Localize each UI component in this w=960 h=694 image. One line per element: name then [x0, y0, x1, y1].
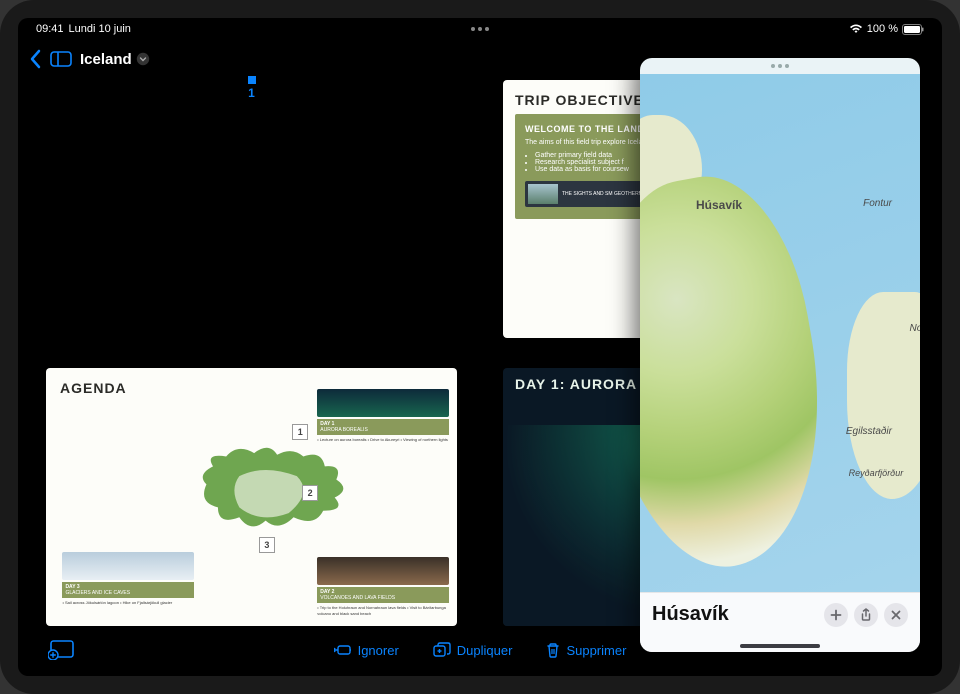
chevron-down-icon [136, 52, 150, 66]
slideover-handle-icon[interactable] [765, 58, 795, 74]
duplicate-button[interactable]: Dupliquer [433, 642, 513, 658]
map-place-sheet[interactable]: Húsavík [640, 592, 920, 652]
add-slide-button[interactable] [48, 640, 74, 660]
slideover-panel[interactable]: Húsavík Fontur Egilsstaðir Reyðarfjörður… [640, 58, 920, 652]
trash-icon [546, 642, 560, 658]
selected-slide-number: 1 [248, 86, 255, 100]
skip-label: Ignorer [358, 643, 399, 658]
home-indicator[interactable] [740, 644, 820, 648]
skip-button[interactable]: Ignorer [334, 643, 399, 658]
battery-text: 100 % [867, 23, 898, 35]
map-canvas[interactable]: Húsavík Fontur Egilsstaðir Reyðarfjörður… [640, 74, 920, 592]
status-time: 09:41 [36, 23, 64, 35]
wifi-icon [849, 24, 863, 34]
share-icon [860, 608, 872, 622]
duplicate-label: Dupliquer [457, 643, 513, 658]
skip-icon [334, 643, 352, 657]
agenda-day-1: DAY 1AURORA BOREALIS • Lecture on aurora… [317, 389, 449, 442]
map-pin-3: 3 [259, 537, 275, 553]
back-button[interactable] [28, 49, 42, 69]
agenda-day-3: DAY 3GLACIERS AND ICE CAVES • Sail acros… [62, 552, 194, 605]
duplicate-icon [433, 642, 451, 658]
add-place-button[interactable] [824, 603, 848, 627]
status-bar: 09:41 Lundi 10 juin 100 % [18, 18, 942, 40]
close-icon [891, 610, 901, 620]
plus-icon [830, 609, 842, 621]
delete-label: Supprimer [566, 643, 626, 658]
document-title[interactable]: Iceland [80, 51, 150, 68]
close-sheet-button[interactable] [884, 603, 908, 627]
agenda-day-2: DAY 2VOLCANOES AND LAVA FIELDS • Trip to… [317, 557, 449, 615]
map-label-fontur: Fontur [863, 198, 892, 209]
status-date: Lundi 10 juin [69, 23, 131, 35]
map-pin-2: 2 [302, 485, 318, 501]
share-button[interactable] [854, 603, 878, 627]
multitasking-dots[interactable] [471, 27, 489, 31]
delete-button[interactable]: Supprimer [546, 642, 626, 658]
place-name: Húsavík [652, 603, 818, 626]
slide-3[interactable]: AGENDA 1 2 3 DAY 1AURORA BOREALIS • Lect… [46, 368, 457, 626]
map-pin-1: 1 [292, 424, 308, 440]
sidebar-toggle-icon[interactable] [50, 51, 72, 67]
battery-icon [902, 24, 924, 35]
document-title-text: Iceland [80, 51, 132, 68]
